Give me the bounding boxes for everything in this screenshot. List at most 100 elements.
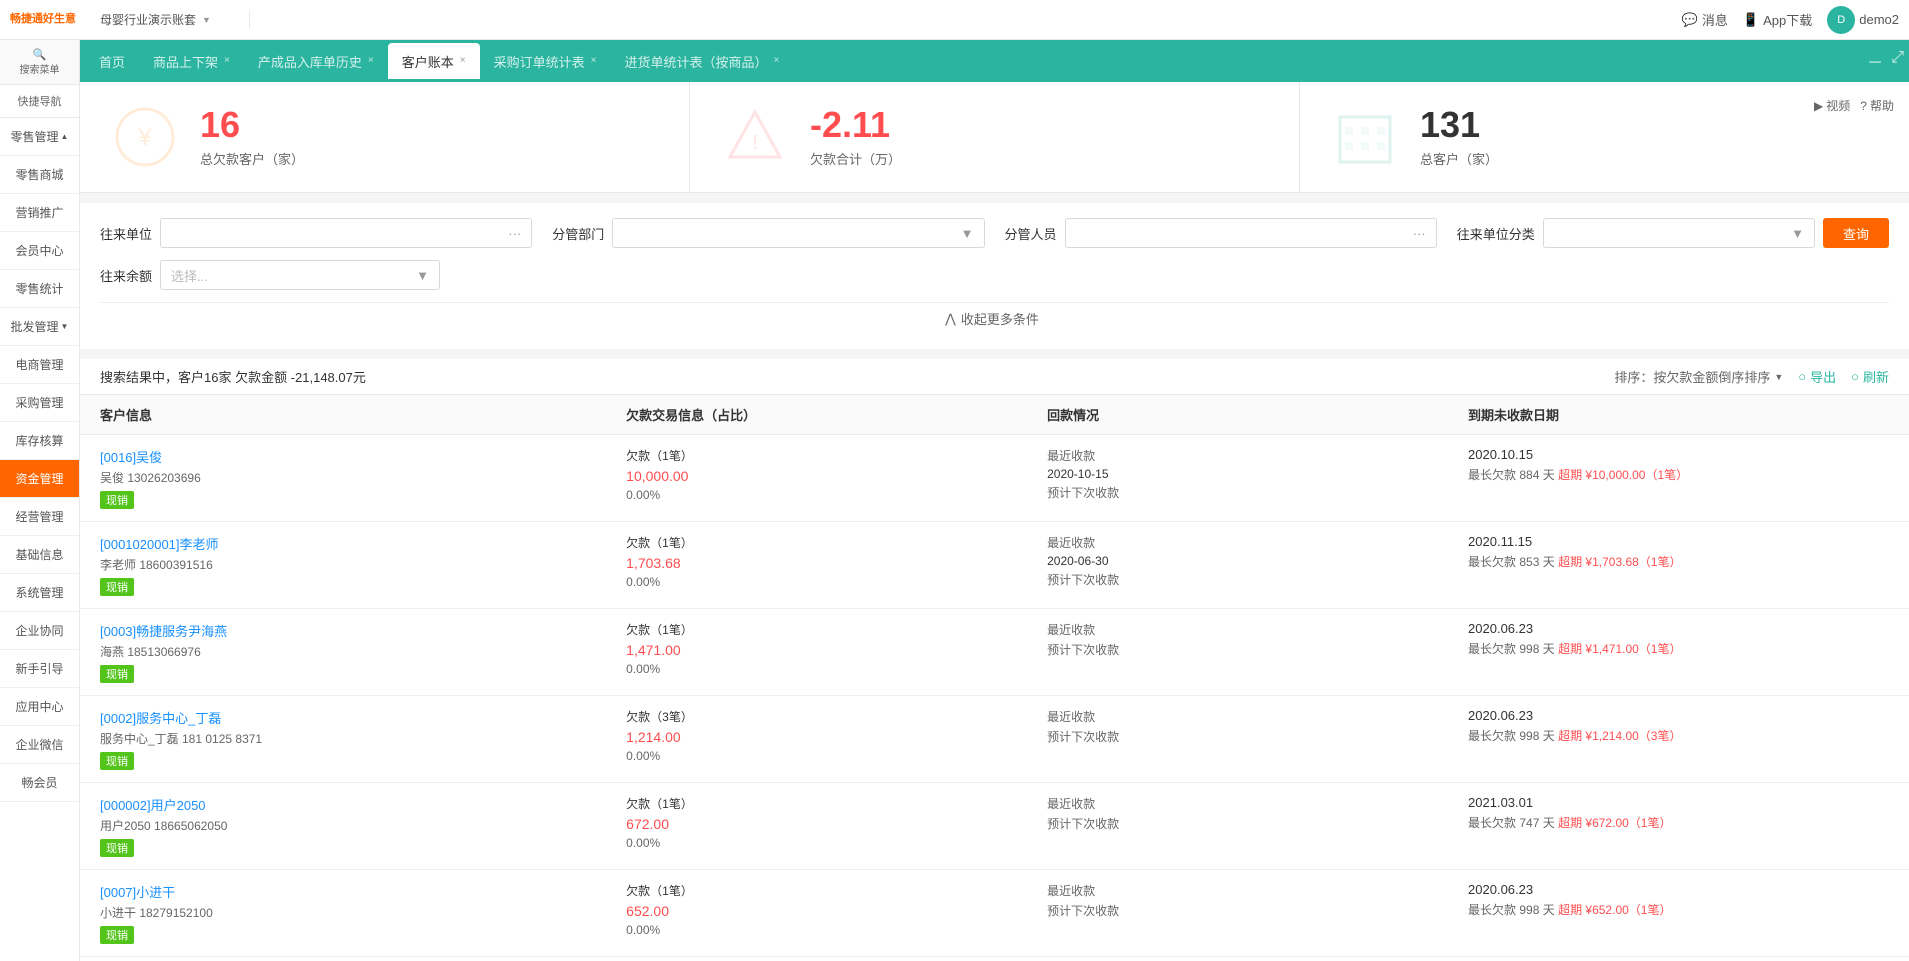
tab-close-icon[interactable]: × bbox=[773, 56, 779, 66]
table-row: [0016]吴俊 吴俊 13026203696 现销 欠款（1笔） 10,000… bbox=[80, 435, 1909, 522]
app-download-label: App下载 bbox=[1763, 10, 1812, 29]
overdue-link[interactable]: 超期 ¥1,214.00（3笔） bbox=[1558, 729, 1681, 743]
sidebar-item-marketing[interactable]: 营销推广 bbox=[0, 194, 79, 232]
industry-label: 母婴行业演示账套 bbox=[100, 11, 196, 28]
sidebar-item-inventory[interactable]: 库存核算 bbox=[0, 422, 79, 460]
customer-name-link[interactable]: [0007]小进干 bbox=[100, 885, 175, 900]
chevron-icon: ▼ bbox=[61, 322, 69, 331]
sidebar-item-newcomer[interactable]: 新手引导 bbox=[0, 650, 79, 688]
refresh-btn[interactable]: ○ 刷新 bbox=[1851, 367, 1889, 386]
customer-name-link[interactable]: [0003]畅捷服务尹海燕 bbox=[100, 624, 227, 639]
unit-category-select[interactable]: ▼ bbox=[1543, 218, 1815, 248]
tab-close-icon[interactable]: × bbox=[224, 56, 230, 66]
sidebar-item-finance[interactable]: 资金管理 bbox=[0, 460, 79, 498]
help-action-btn[interactable]: ? 帮助 bbox=[1860, 97, 1894, 114]
source-unit-input[interactable]: ··· bbox=[160, 218, 532, 248]
tab-purchase-summary[interactable]: 进货单统计表（按商品） × bbox=[610, 43, 793, 79]
customer-name-link[interactable]: [000002]用户2050 bbox=[100, 798, 206, 813]
dept-select[interactable]: ▼ bbox=[612, 218, 984, 248]
username: demo2 bbox=[1859, 12, 1899, 27]
stat-card-total-customers: 131 总客户（家） ▶ 视频 ? 帮助 bbox=[1300, 82, 1909, 192]
sidebar-search[interactable]: 🔍 搜索菜单 bbox=[0, 40, 79, 85]
collection-next: 预计下次收款 bbox=[1047, 484, 1468, 501]
sidebar-item-operations[interactable]: 经营管理 bbox=[0, 498, 79, 536]
overdue-link[interactable]: 超期 ¥1,703.68（1笔） bbox=[1558, 555, 1681, 569]
debt-info-cell: 欠款（3笔） 1,214.00 0.00% bbox=[626, 708, 1047, 763]
tab-purchase-stats[interactable]: 采购订单统计表 × bbox=[480, 43, 611, 79]
customer-info-cell: [0007]小进干 小进干 18279152100 现销 bbox=[100, 882, 626, 944]
tab-close-icon[interactable]: × bbox=[591, 56, 597, 66]
stat-icon-building bbox=[1330, 102, 1400, 172]
message-btn[interactable]: 💬 消息 bbox=[1682, 10, 1728, 29]
video-action-btn[interactable]: ▶ 视频 bbox=[1814, 97, 1850, 114]
balance-label: 往来余额 bbox=[100, 266, 152, 285]
debt-count: 欠款（3笔） bbox=[626, 708, 1047, 725]
tab-close-icon[interactable]: × bbox=[368, 56, 374, 66]
filter-collapse-btn[interactable]: ⋀ 收起更多条件 bbox=[100, 302, 1889, 334]
tab-bar-actions: － ⤢ bbox=[1867, 49, 1904, 73]
industry-selector[interactable]: 母婴行业演示账套 ▼ bbox=[90, 11, 250, 28]
col-header-debt: 欠款交易信息（占比） bbox=[626, 405, 1047, 424]
sidebar-item-member[interactable]: 会员中心 bbox=[0, 232, 79, 270]
filter-row-1: 往来单位 ··· 分管部门 ▼ bbox=[100, 218, 1889, 248]
collection-cell: 最近收款 预计下次收款 bbox=[1047, 882, 1468, 919]
tab-close-icon[interactable]: × bbox=[460, 56, 466, 66]
industry-arrow: ▼ bbox=[202, 15, 211, 25]
due-date: 2020.06.23 bbox=[1468, 708, 1889, 723]
filter-section: 往来单位 ··· 分管部门 ▼ bbox=[80, 203, 1909, 349]
customer-name-link[interactable]: [0002]服务中心_丁磊 bbox=[100, 711, 221, 726]
sidebar-item-retail-mall[interactable]: 零售商城 bbox=[0, 156, 79, 194]
debt-amount: 1,703.68 bbox=[626, 555, 1047, 571]
stat-value-overdue: 16 bbox=[200, 107, 304, 143]
sort-dropdown[interactable]: 排序：按欠款金额倒序排序 ▼ bbox=[1614, 367, 1783, 386]
export-btn[interactable]: ○ 导出 bbox=[1798, 367, 1836, 386]
overdue-link[interactable]: 超期 ¥672.00（1笔） bbox=[1558, 816, 1671, 830]
results-actions: 排序：按欠款金额倒序排序 ▼ ○ 导出 ○ 刷新 bbox=[1614, 367, 1889, 386]
sidebar-quick-nav[interactable]: 快捷导航 bbox=[0, 85, 79, 118]
ellipsis-icon: ··· bbox=[1413, 226, 1426, 241]
sidebar-item-system[interactable]: 系统管理 bbox=[0, 574, 79, 612]
person-input[interactable]: ··· bbox=[1065, 218, 1437, 248]
sidebar-item-ecommerce[interactable]: 电商管理 bbox=[0, 346, 79, 384]
tab-product-history[interactable]: 产成品入库单历史 × bbox=[244, 43, 388, 79]
tab-minimize-btn[interactable]: － bbox=[1867, 49, 1883, 73]
stat-card-debt-total: ! -2.11 欠款合计（万） bbox=[690, 82, 1300, 192]
tab-customer-account[interactable]: 客户账本 × bbox=[388, 43, 480, 79]
tab-maximize-btn[interactable]: ⤢ bbox=[1891, 49, 1904, 73]
tab-label: 进货单统计表（按商品） bbox=[624, 52, 767, 71]
customer-name-link[interactable]: [0016]吴俊 bbox=[100, 450, 162, 465]
overdue-link[interactable]: 超期 ¥652.00（1笔） bbox=[1558, 903, 1671, 917]
stat-value-total: 131 bbox=[1420, 107, 1498, 143]
content-area: 首页 商品上下架 × 产成品入库单历史 × 客户账本 × 采购订单统计表 × bbox=[80, 40, 1909, 961]
sidebar-item-purchase[interactable]: 采购管理 bbox=[0, 384, 79, 422]
customer-name-link[interactable]: [0001020001]李老师 bbox=[100, 537, 219, 552]
sidebar-item-enterprise-wechat[interactable]: 企业微信 bbox=[0, 726, 79, 764]
sidebar-item-batch-management[interactable]: 批发管理 ▼ bbox=[0, 308, 79, 346]
collection-label: 最近收款 bbox=[1047, 447, 1468, 464]
debt-info-cell: 欠款（1笔） 672.00 0.00% bbox=[626, 795, 1047, 850]
sidebar-item-retail-stats[interactable]: 零售统计 bbox=[0, 270, 79, 308]
export-label: 导出 bbox=[1810, 367, 1836, 386]
collection-cell: 最近收款 预计下次收款 bbox=[1047, 708, 1468, 745]
user-menu[interactable]: D demo2 bbox=[1827, 6, 1899, 34]
app-download-btn[interactable]: 📱 App下载 bbox=[1743, 10, 1812, 29]
overdue-link[interactable]: 超期 ¥1,471.00（1笔） bbox=[1558, 642, 1681, 656]
tab-product-listing[interactable]: 商品上下架 × bbox=[139, 43, 244, 79]
query-button[interactable]: 查询 bbox=[1823, 218, 1889, 248]
tab-home-label: 首页 bbox=[99, 52, 125, 71]
sidebar-item-label: 应用中心 bbox=[15, 700, 63, 714]
sidebar-item-retail-management[interactable]: 零售管理 ▲ bbox=[0, 118, 79, 156]
results-bar: 搜索结果中，客户16家 欠款金额 -21,148.07元 排序：按欠款金额倒序排… bbox=[80, 359, 1909, 395]
sidebar-item-vip-member[interactable]: 畅会员 bbox=[0, 764, 79, 802]
overdue-link[interactable]: 超期 ¥10,000.00（1笔） bbox=[1558, 468, 1688, 482]
chevron-icon: ▲ bbox=[61, 132, 69, 141]
sidebar-item-app-center[interactable]: 应用中心 bbox=[0, 688, 79, 726]
message-icon: 💬 bbox=[1682, 12, 1698, 28]
sidebar-item-enterprise-coop[interactable]: 企业协同 bbox=[0, 612, 79, 650]
customer-phone: 吴俊 13026203696 bbox=[100, 469, 626, 486]
sidebar-item-base-info[interactable]: 基础信息 bbox=[0, 536, 79, 574]
balance-select[interactable]: 选择... ▼ bbox=[160, 260, 440, 290]
tab-home[interactable]: 首页 bbox=[85, 43, 139, 79]
stat-card-overdue-customers: ¥ 16 总欠款客户（家） bbox=[80, 82, 690, 192]
video-icon: ▶ bbox=[1814, 99, 1823, 113]
